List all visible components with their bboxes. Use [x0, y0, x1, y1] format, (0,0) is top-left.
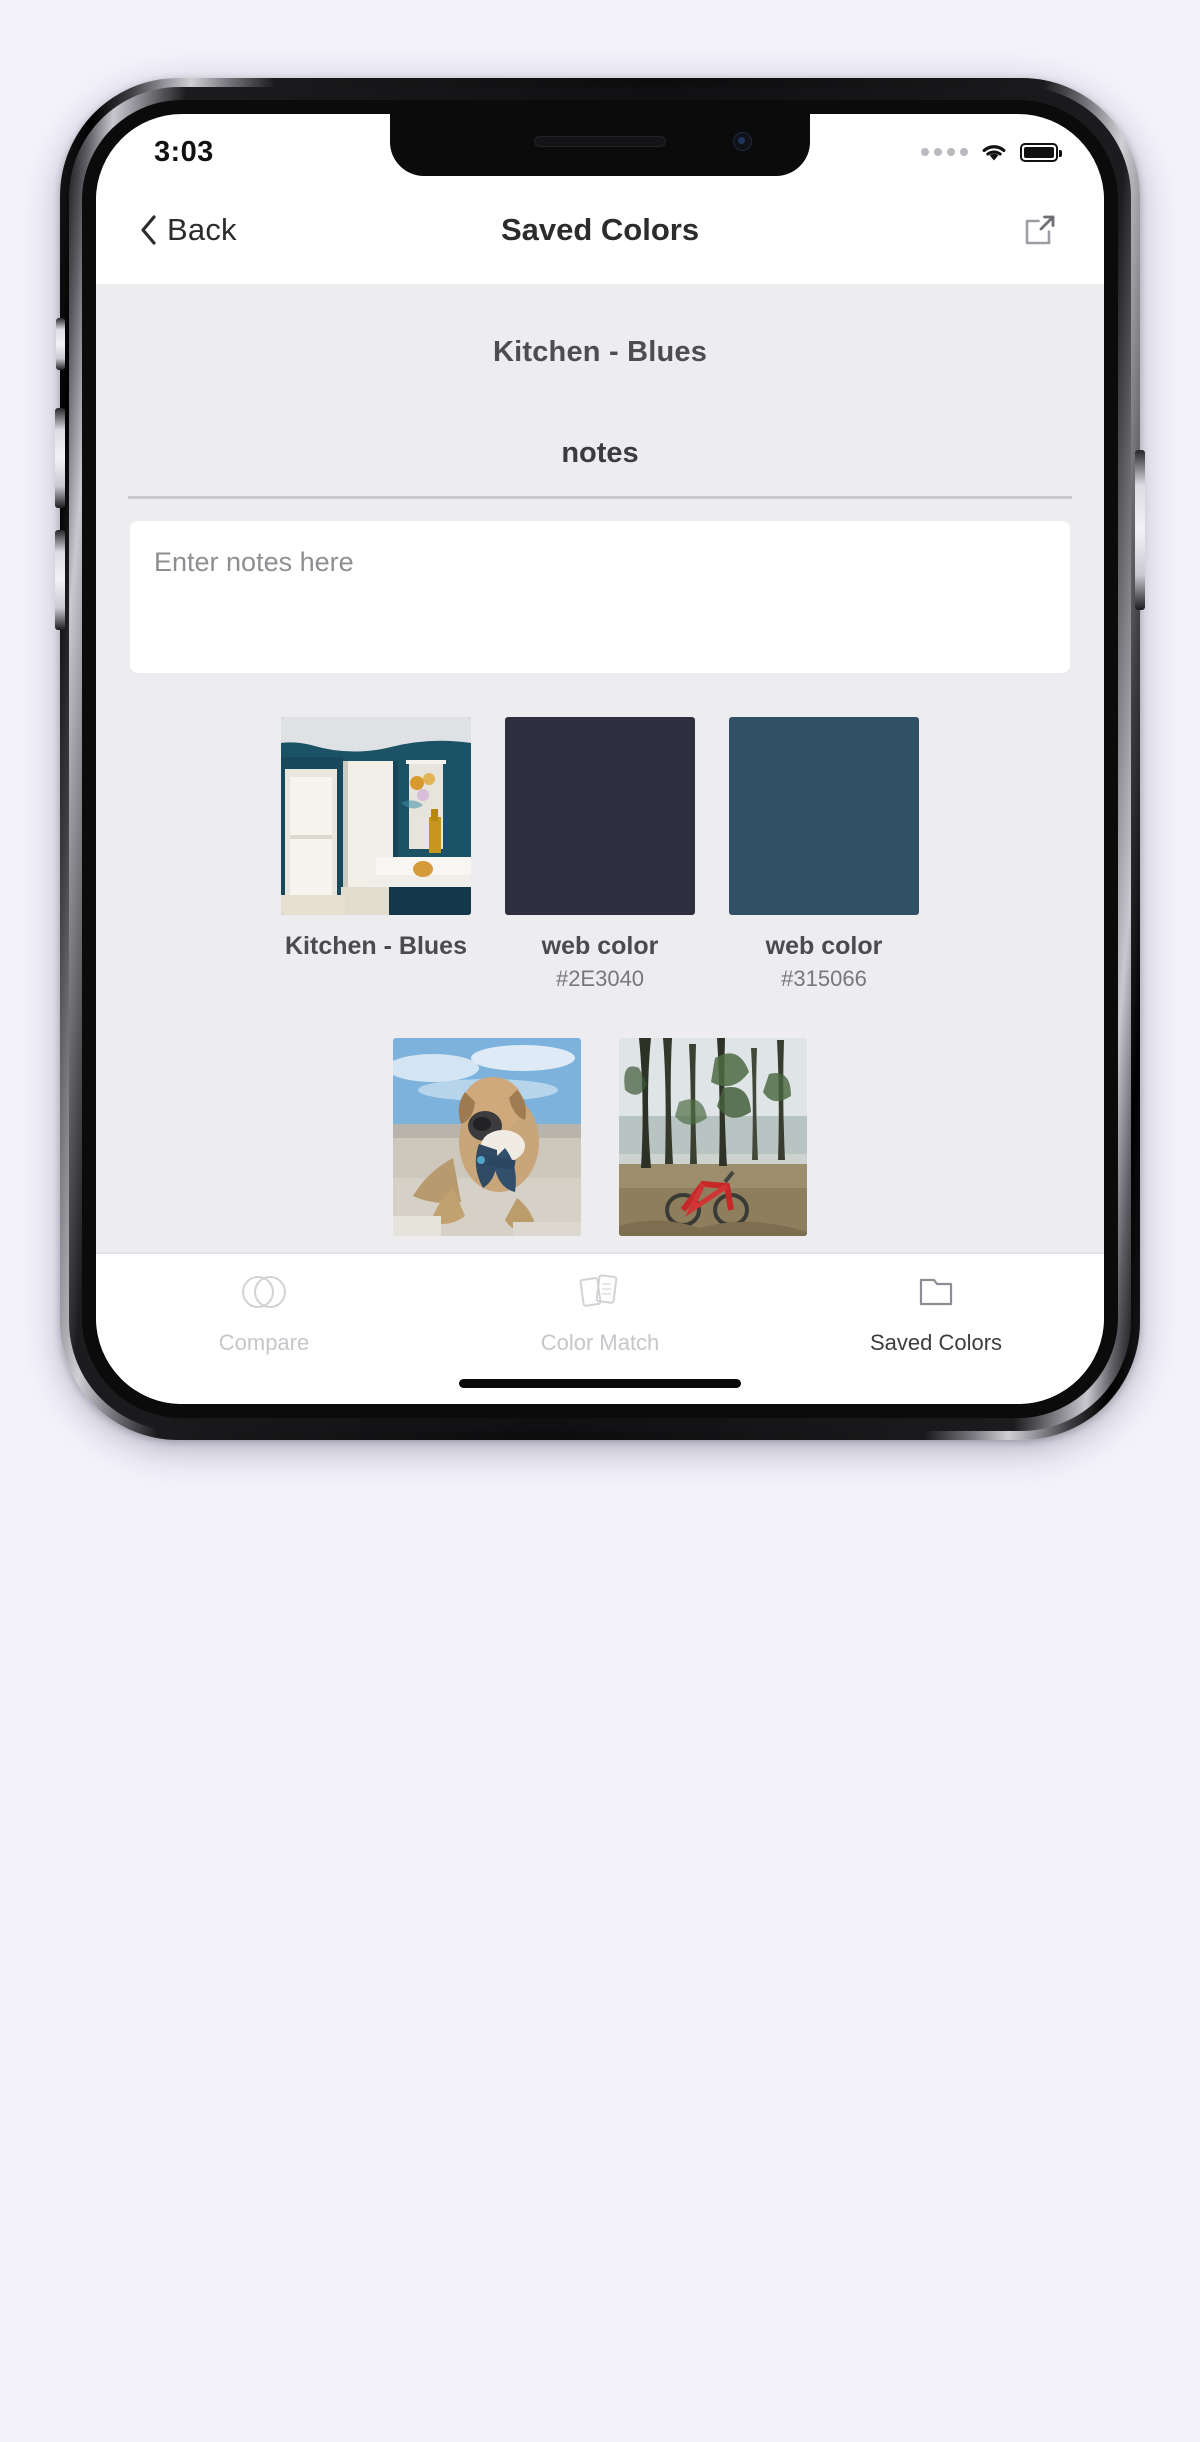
phone-device: 3:03 Back Saved Colors Kitchen - Blues n… — [55, 78, 1145, 1440]
page-title: Saved Colors — [500, 212, 700, 247]
swatch-label: web color — [541, 932, 659, 960]
share-external-icon[interactable] — [1020, 210, 1060, 250]
kitchen-photo-thumbnail[interactable] — [281, 717, 471, 915]
phone-screen: 3:03 Back Saved Colors Kitchen - Blues n… — [96, 114, 1104, 1404]
notes-section-heading: notes — [561, 437, 639, 469]
web-color-swatch[interactable] — [729, 717, 919, 915]
tab-saved-colors[interactable]: Saved Colors — [768, 1268, 1104, 1404]
volume-up-button[interactable] — [55, 408, 65, 508]
wifi-icon — [982, 145, 1006, 161]
back-button[interactable]: Back — [140, 212, 237, 248]
device-notch — [390, 114, 810, 176]
status-icons — [921, 141, 1062, 163]
navigation-bar: Back Saved Colors — [96, 176, 1104, 284]
swatch-item[interactable]: web color #2E3040 — [505, 717, 695, 992]
overlapping-circles-icon — [240, 1268, 288, 1316]
dog-on-beach-thumbnail[interactable] — [393, 1038, 581, 1236]
image-row: image — [96, 1038, 1104, 1252]
home-indicator[interactable] — [459, 1379, 741, 1388]
power-button[interactable] — [1135, 450, 1145, 610]
folder-icon — [912, 1268, 960, 1316]
mute-switch-button[interactable] — [56, 318, 65, 370]
swatch-label: web color — [765, 932, 883, 960]
battery-full-icon — [1020, 142, 1062, 162]
web-color-swatch[interactable] — [505, 717, 695, 915]
image-item[interactable]: image — [393, 1038, 581, 1252]
chevron-left-icon — [141, 215, 156, 245]
tab-label: Saved Colors — [869, 1330, 1003, 1355]
notes-placeholder: Enter notes here — [154, 547, 354, 577]
swatch-item[interactable]: Kitchen - Blues — [281, 717, 471, 992]
notes-divider-top — [128, 496, 1072, 499]
notes-input[interactable]: Enter notes here — [130, 521, 1070, 673]
swatch-label: Kitchen - Blues — [285, 932, 467, 960]
back-button-label: Back — [167, 212, 237, 247]
tab-label: Color Match — [540, 1330, 660, 1355]
tab-compare[interactable]: Compare — [96, 1268, 432, 1404]
swatch-cards-icon — [576, 1268, 624, 1316]
volume-down-button[interactable] — [55, 530, 65, 630]
earpiece-speaker — [534, 136, 666, 147]
swatch-item[interactable]: web color #315066 — [729, 717, 919, 992]
signal-dots-icon — [921, 148, 968, 156]
swatch-hex: #315066 — [781, 966, 867, 991]
tab-label: Compare — [218, 1330, 310, 1355]
palette-title: Kitchen - Blues — [492, 336, 708, 368]
image-item[interactable]: image — [619, 1038, 807, 1252]
swatch-row: Kitchen - Blues web color #2E3040 web co… — [96, 717, 1104, 992]
saved-colors-detail-content: Kitchen - Blues notes Enter notes here K… — [96, 284, 1104, 1252]
status-time: 3:03 — [154, 135, 214, 168]
swatch-hex: #2E3040 — [555, 966, 645, 991]
bike-in-woods-thumbnail[interactable] — [619, 1038, 807, 1236]
front-camera — [733, 132, 752, 151]
